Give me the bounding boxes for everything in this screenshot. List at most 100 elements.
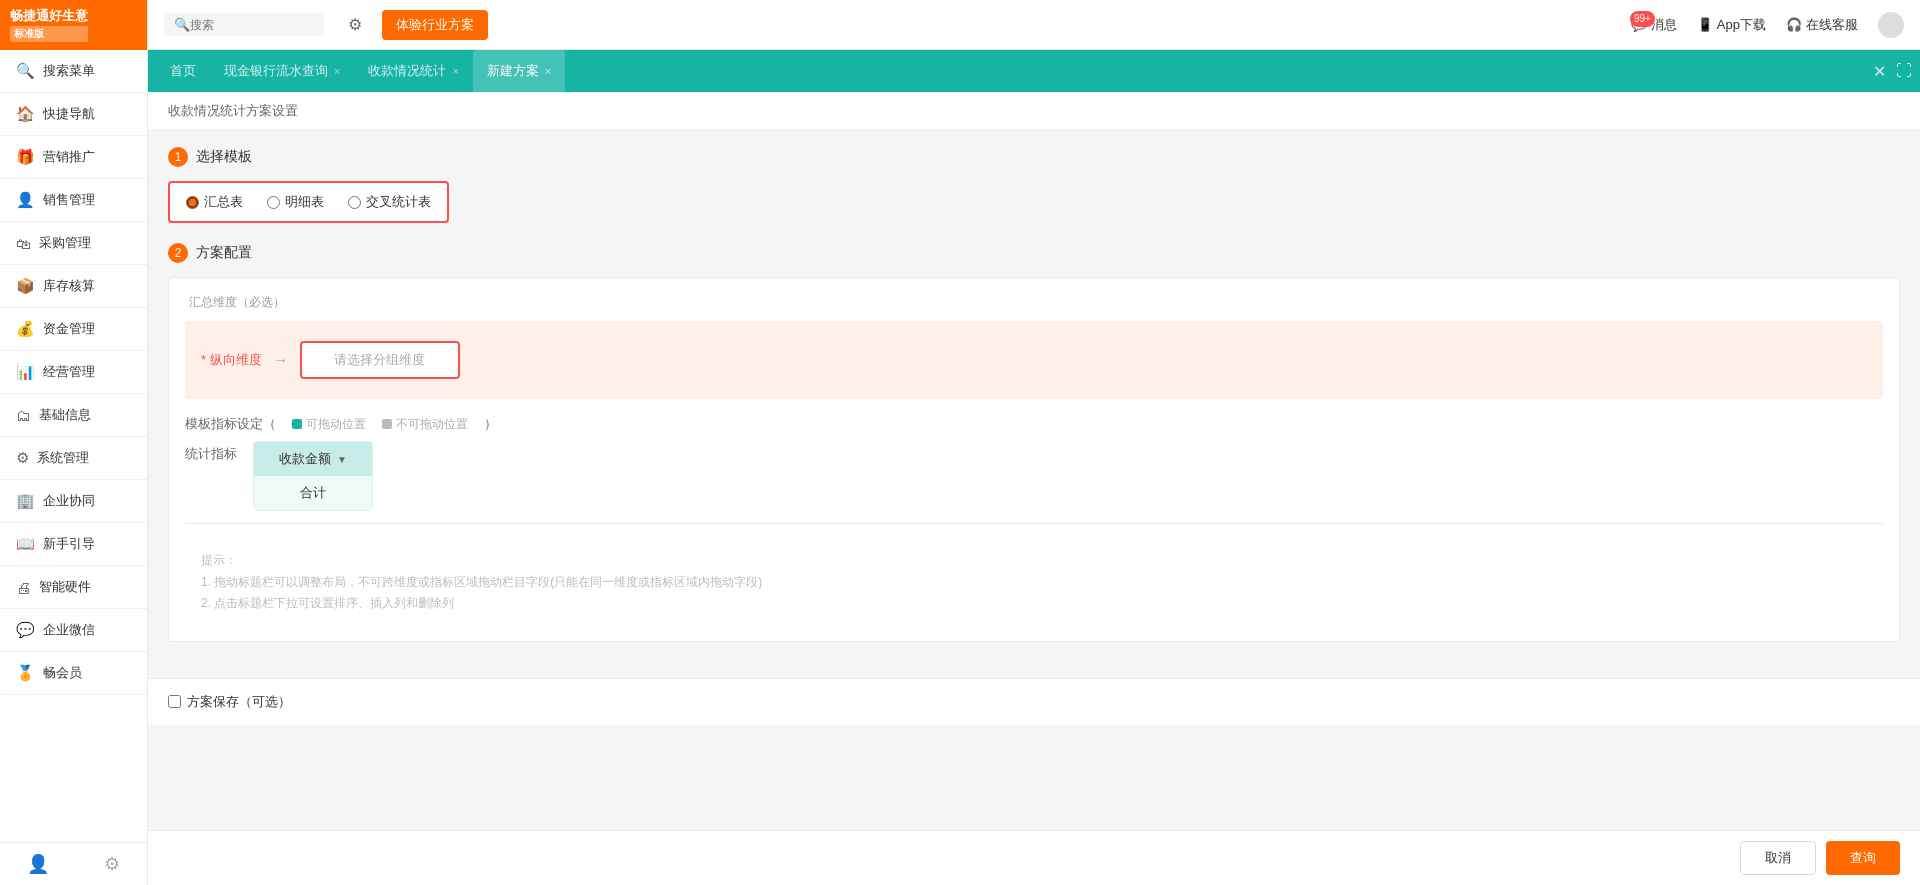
- dimension-title: 汇总维度（必选）: [185, 294, 1883, 311]
- indicator-body-cell: 合计: [254, 476, 372, 510]
- wechat-icon: 💬: [16, 621, 35, 639]
- topbar-right: 💬 99+ 消息 📱 App下载 🎧 在线客服: [1631, 12, 1904, 38]
- basic-icon: 🗂: [16, 407, 31, 424]
- radio-summary-input[interactable]: [186, 196, 199, 209]
- user-icon[interactable]: 👤: [27, 853, 49, 875]
- search-box[interactable]: 🔍: [164, 13, 324, 36]
- sidebar-item-search[interactable]: 🔍搜索菜单: [0, 50, 147, 93]
- tabbar: 首页现金银行流水查询×收款情况统计×新建方案× ✕ ⛶: [148, 50, 1920, 92]
- tab-close-new-plan[interactable]: ×: [545, 65, 551, 77]
- radio-cross-input[interactable]: [348, 196, 361, 209]
- save-checkbox[interactable]: [168, 695, 181, 708]
- app-version: 标准版: [10, 26, 88, 42]
- tab-home[interactable]: 首页: [156, 50, 210, 92]
- dimension-row: 纵向维度 → 请选择分组维度: [201, 341, 1867, 379]
- gear-icon[interactable]: ⚙: [348, 15, 362, 34]
- dimension-select-button[interactable]: 请选择分组维度: [300, 341, 460, 379]
- radio-cross[interactable]: 交叉统计表: [348, 193, 431, 211]
- sidebar-item-label: 搜索菜单: [43, 62, 95, 80]
- notification-item[interactable]: 💬 99+ 消息: [1631, 16, 1677, 34]
- topbar: 🔍 ⚙ 体验行业方案 💬 99+ 消息 📱 App下载 🎧 在线客服: [148, 0, 1920, 50]
- cancel-button[interactable]: 取消: [1740, 841, 1816, 875]
- indicator-table: 收款金额 ▼ 合计: [253, 441, 373, 511]
- sidebar-item-corp[interactable]: 🏢企业协同: [0, 480, 147, 523]
- industry-solution-button[interactable]: 体验行业方案: [382, 10, 488, 40]
- corp-icon: 🏢: [16, 492, 35, 510]
- radio-summary-label: 汇总表: [204, 193, 243, 211]
- draggable-hint: 可拖动位置: [292, 416, 366, 433]
- indicator-category-label: 统计指标: [185, 441, 237, 511]
- sidebar-item-smart[interactable]: 🖨 智能硬件: [0, 566, 147, 609]
- sidebar-item-label: 营销推广: [43, 148, 95, 166]
- expand-icon[interactable]: ⛶: [1896, 62, 1912, 80]
- finance-icon: 💰: [16, 320, 35, 338]
- avatar[interactable]: [1878, 12, 1904, 38]
- sidebar-item-finance[interactable]: 💰 资金管理: [0, 308, 147, 351]
- nodrag-dot: [382, 419, 392, 429]
- service-label: 在线客服: [1806, 16, 1858, 34]
- sidebar-item-label: 快捷导航: [43, 105, 95, 123]
- indicator-section: 模板指标设定（ 可拖动位置 不可拖动位置 ）: [185, 415, 1883, 625]
- search-input[interactable]: [190, 18, 314, 32]
- non-draggable-hint: 不可拖动位置: [382, 416, 468, 433]
- tip1: 1. 拖动标题栏可以调整布局，不可跨维度或指标区域拖动栏目字段(只能在同一维度或…: [201, 572, 1867, 594]
- save-option-label[interactable]: 方案保存（可选）: [168, 693, 291, 711]
- sidebar-item-operation[interactable]: 📊经营管理: [0, 351, 147, 394]
- sidebar-item-guide[interactable]: 📖新手引导: [0, 523, 147, 566]
- settings-icon[interactable]: ⚙: [104, 853, 120, 875]
- radio-summary[interactable]: 汇总表: [186, 193, 243, 211]
- sales-icon: 👤: [16, 191, 35, 209]
- quick-nav-icon: 🏠: [16, 105, 35, 123]
- service-icon: 🎧: [1786, 17, 1802, 32]
- breadcrumb: 收款情况统计方案设置: [168, 103, 298, 118]
- sidebar-item-basic[interactable]: 🗂基础信息: [0, 394, 147, 437]
- sidebar-item-system[interactable]: ⚙ 系统管理: [0, 437, 147, 480]
- download-label: App下载: [1717, 16, 1766, 34]
- sidebar-item-label: 新手引导: [43, 535, 95, 553]
- sidebar-item-inventory[interactable]: 📦库存核算: [0, 265, 147, 308]
- sidebar-item-member[interactable]: 🏅畅会员: [0, 652, 147, 695]
- tab-collection-stat[interactable]: 收款情况统计×: [354, 50, 472, 92]
- sidebar-item-marketing[interactable]: 🎁 营销推广: [0, 136, 147, 179]
- row-label: 纵向维度: [201, 351, 262, 369]
- notification-badge: 99+: [1630, 11, 1655, 27]
- step2-section: 2 方案配置 汇总维度（必选） 纵向维度 → 请选择分组维度: [168, 243, 1900, 642]
- service-item[interactable]: 🎧 在线客服: [1786, 16, 1858, 34]
- sidebar-item-label: 销售管理: [43, 191, 95, 209]
- sidebar-item-label: 畅会员: [43, 664, 82, 682]
- operation-icon: 📊: [16, 363, 35, 381]
- notification-badge-wrap: 💬 99+: [1631, 17, 1647, 32]
- sidebar-item-label: 采购管理: [39, 234, 91, 252]
- sidebar-item-wechat[interactable]: 💬企业微信: [0, 609, 147, 652]
- tab-new-plan[interactable]: 新建方案×: [473, 50, 565, 92]
- radio-cross-label: 交叉统计表: [366, 193, 431, 211]
- page-body: 1 选择模板 汇总表 明细表 交叉统计表: [148, 131, 1920, 678]
- indicator-table-wrapper: 统计指标 收款金额 ▼: [185, 441, 1883, 511]
- sidebar-item-sales[interactable]: 👤 销售管理: [0, 179, 147, 222]
- footer: 取消 查询: [148, 830, 1920, 885]
- tab-close-collection-stat[interactable]: ×: [452, 65, 458, 77]
- sidebar-item-label: 系统管理: [37, 449, 89, 467]
- indicator-header-cell[interactable]: 收款金额 ▼: [254, 442, 372, 476]
- sidebar-item-label: 智能硬件: [39, 578, 91, 596]
- tab-cash-flow[interactable]: 现金银行流水查询×: [210, 50, 354, 92]
- marketing-icon: 🎁: [16, 148, 35, 166]
- indicator-label-row: 模板指标设定（ 可拖动位置 不可拖动位置 ）: [185, 415, 1883, 433]
- radio-detail[interactable]: 明细表: [267, 193, 324, 211]
- query-button[interactable]: 查询: [1826, 841, 1900, 875]
- step1-label: 选择模板: [196, 148, 252, 166]
- radio-detail-input[interactable]: [267, 196, 280, 209]
- sidebar-item-quick-nav[interactable]: 🏠 快捷导航: [0, 93, 147, 136]
- system-icon: ⚙: [16, 449, 29, 467]
- content-area: 收款情况统计方案设置 1 选择模板 汇总表 明细表: [148, 92, 1920, 830]
- tab-close-cash-flow[interactable]: ×: [334, 65, 340, 77]
- purchase-icon: 🛍: [16, 235, 31, 252]
- sidebar-item-purchase[interactable]: 🛍 采购管理: [0, 222, 147, 265]
- download-icon: 📱: [1697, 17, 1713, 32]
- download-item[interactable]: 📱 App下载: [1697, 16, 1766, 34]
- sidebar-item-label: 资金管理: [43, 320, 95, 338]
- search-icon: 🔍: [174, 17, 190, 32]
- close-all-icon[interactable]: ✕: [1873, 62, 1886, 81]
- step2-label: 方案配置: [196, 244, 252, 262]
- smart-icon: 🖨: [16, 579, 31, 596]
